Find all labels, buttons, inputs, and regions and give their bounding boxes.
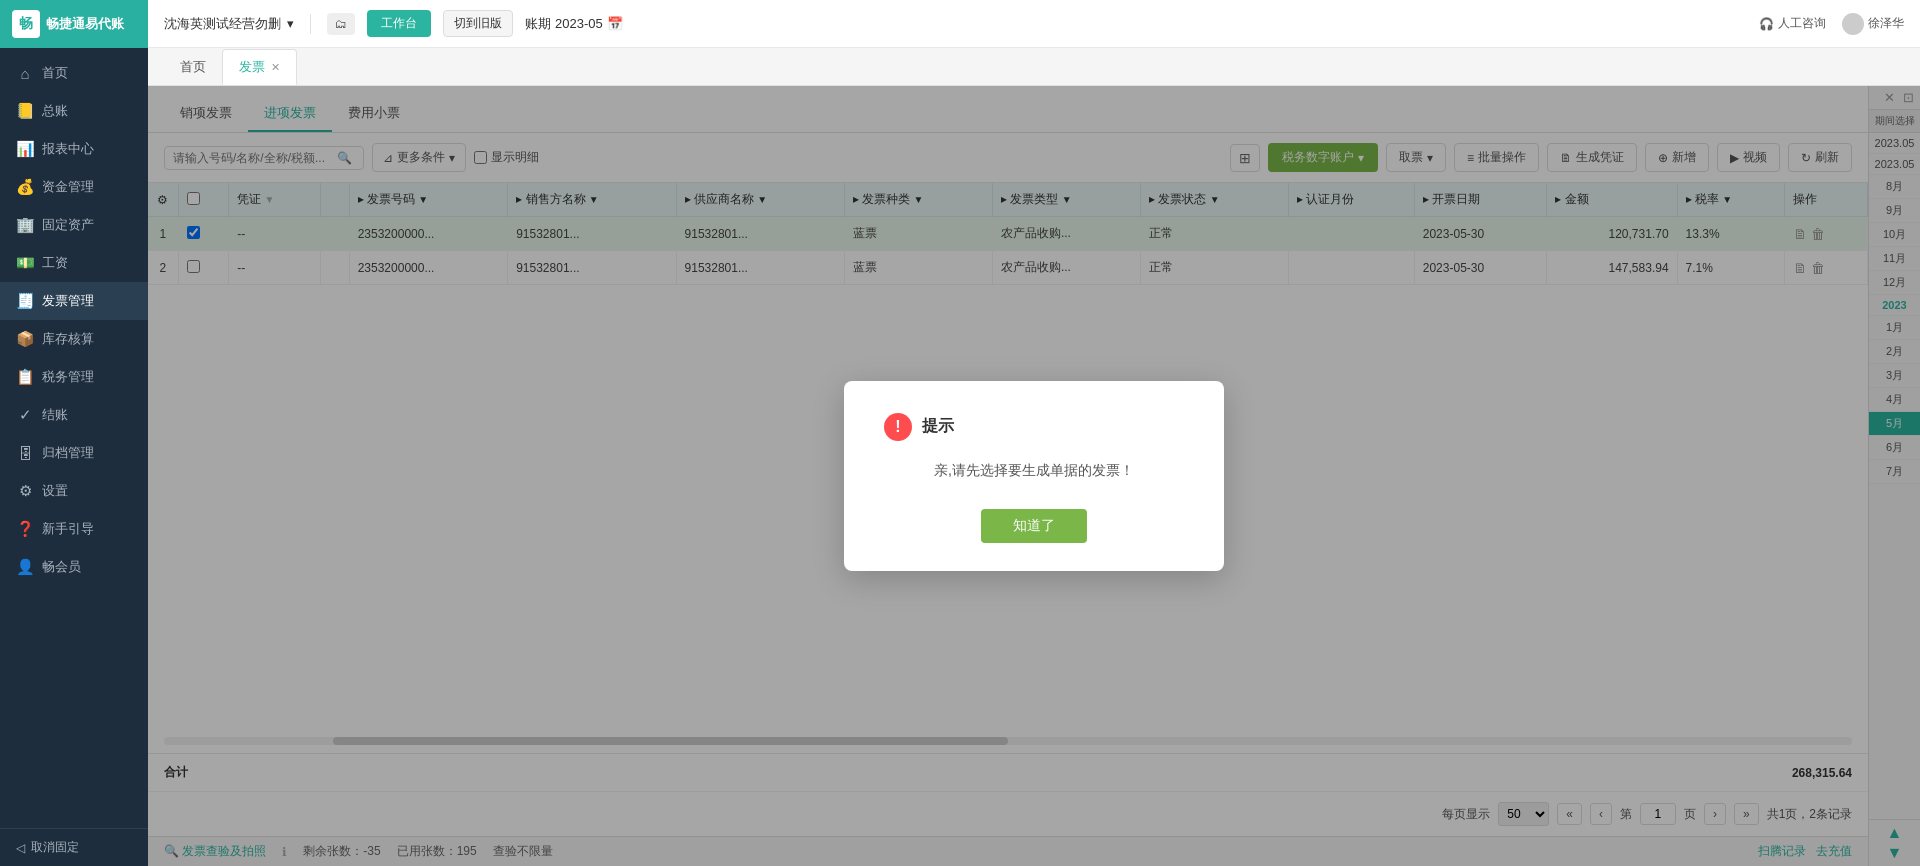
company-name: 沈海英测试经营勿删	[164, 15, 281, 33]
sidebar-item-funds[interactable]: 💰 资金管理	[0, 168, 148, 206]
sidebar-item-inventory[interactable]: 📦 库存核算	[0, 320, 148, 358]
app-title: 畅捷通易代账	[46, 15, 124, 33]
dialog: ! 提示 亲,请先选择要生成单据的发票！ 知道了	[844, 381, 1224, 571]
pin-icon: ◁	[16, 841, 25, 855]
dialog-confirm-button[interactable]: 知道了	[981, 509, 1087, 543]
sidebar-label-salary: 工资	[42, 254, 68, 272]
inventory-icon: 📦	[16, 330, 34, 348]
logo-icon: 畅	[12, 10, 40, 38]
sidebar-item-ledger[interactable]: 📒 总账	[0, 92, 148, 130]
support-btn[interactable]: 🎧 人工咨询	[1759, 15, 1826, 32]
tab-home-label: 首页	[180, 58, 206, 76]
invoice-icon: 🧾	[16, 292, 34, 310]
workspace-button[interactable]: 工作台	[367, 10, 431, 37]
settings-icon: ⚙	[16, 482, 34, 500]
sidebar-label-assets: 固定资产	[42, 216, 94, 234]
sidebar-item-reports[interactable]: 📊 报表中心	[0, 130, 148, 168]
warning-icon: !	[884, 413, 912, 441]
salary-icon: 💵	[16, 254, 34, 272]
reports-icon: 📊	[16, 140, 34, 158]
sidebar-label-settings: 设置	[42, 482, 68, 500]
sidebar-item-archive[interactable]: 🗄 归档管理	[0, 434, 148, 472]
archive-button[interactable]: 🗂	[327, 13, 355, 35]
tax-icon: 📋	[16, 368, 34, 386]
main-area: 沈海英测试经营勿删 ▾ 🗂 工作台 切到旧版 账期 2023-05 📅 🎧 人工…	[148, 0, 1920, 866]
sidebar-item-guide[interactable]: ❓ 新手引导	[0, 510, 148, 548]
dialog-message: 亲,请先选择要生成单据的发票！	[884, 459, 1184, 481]
sidebar-item-tax[interactable]: 📋 税务管理	[0, 358, 148, 396]
funds-icon: 💰	[16, 178, 34, 196]
period-value: 2023-05	[555, 16, 603, 31]
period-display: 账期 2023-05 📅	[525, 15, 623, 33]
user-avatar	[1842, 13, 1864, 35]
sidebar-label-funds: 资金管理	[42, 178, 94, 196]
ledger-icon: 📒	[16, 102, 34, 120]
company-selector[interactable]: 沈海英测试经营勿删 ▾	[164, 15, 294, 33]
sidebar-unpin[interactable]: ◁ 取消固定	[0, 828, 148, 866]
sidebar-item-settings[interactable]: ⚙ 设置	[0, 472, 148, 510]
sidebar-item-member[interactable]: 👤 畅会员	[0, 548, 148, 586]
support-icon: 🎧	[1759, 17, 1774, 31]
modal-overlay: ! 提示 亲,请先选择要生成单据的发票！ 知道了	[148, 86, 1920, 866]
content-area: 销项发票 进项发票 费用小票 🔍 ⊿ 更多条件 ▾	[148, 86, 1920, 866]
user-menu[interactable]: 徐泽华	[1842, 13, 1904, 35]
tabbar: 首页 发票 ✕	[148, 48, 1920, 86]
calendar-icon[interactable]: 📅	[607, 16, 623, 31]
sidebar-label-ledger: 总账	[42, 102, 68, 120]
sidebar-label-inventory: 库存核算	[42, 330, 94, 348]
sidebar-label-guide: 新手引导	[42, 520, 94, 538]
sidebar-item-salary[interactable]: 💵 工资	[0, 244, 148, 282]
closing-icon: ✓	[16, 406, 34, 424]
period-label: 账期	[525, 15, 551, 33]
company-dropdown-icon: ▾	[287, 16, 294, 31]
dialog-title-row: ! 提示	[884, 413, 1184, 441]
sidebar-label-reports: 报表中心	[42, 140, 94, 158]
tab-home[interactable]: 首页	[164, 50, 222, 84]
assets-icon: 🏢	[16, 216, 34, 234]
sidebar-label-member: 畅会员	[42, 558, 81, 576]
header: 沈海英测试经营勿删 ▾ 🗂 工作台 切到旧版 账期 2023-05 📅 🎧 人工…	[148, 0, 1920, 48]
sidebar-label-archive: 归档管理	[42, 444, 94, 462]
sidebar-item-closing[interactable]: ✓ 结账	[0, 396, 148, 434]
home-icon: ⌂	[16, 65, 34, 82]
sidebar-nav: ⌂ 首页 📒 总账 📊 报表中心 💰 资金管理 🏢 固定资产 💵 工资 🧾 发票管理 📦 库存核算 📋 税务管理 ✓…	[0, 48, 148, 828]
tab-close-icon[interactable]: ✕	[271, 61, 280, 74]
tab-invoice-label: 发票	[239, 58, 265, 76]
archive-icon: 🗄	[16, 445, 34, 462]
header-right: 🎧 人工咨询 徐泽华	[1759, 13, 1904, 35]
sidebar-label-home: 首页	[42, 64, 68, 82]
sidebar-item-home[interactable]: ⌂ 首页	[0, 54, 148, 92]
guide-icon: ❓	[16, 520, 34, 538]
dialog-footer: 知道了	[884, 509, 1184, 543]
app-logo: 畅 畅捷通易代账	[0, 0, 148, 48]
sidebar-label-tax: 税务管理	[42, 368, 94, 386]
sidebar: 畅 畅捷通易代账 ⌂ 首页 📒 总账 📊 报表中心 💰 资金管理 🏢 固定资产 💵 工资 🧾 发票管理 📦 库…	[0, 0, 148, 866]
sidebar-label-invoice: 发票管理	[42, 292, 94, 310]
sidebar-item-invoice[interactable]: 🧾 发票管理	[0, 282, 148, 320]
member-icon: 👤	[16, 558, 34, 576]
sidebar-label-closing: 结账	[42, 406, 68, 424]
tab-invoice[interactable]: 发票 ✕	[222, 49, 297, 85]
sidebar-item-assets[interactable]: 🏢 固定资产	[0, 206, 148, 244]
header-divider	[310, 14, 311, 34]
switch-version-button[interactable]: 切到旧版	[443, 10, 513, 37]
dialog-title: 提示	[922, 416, 954, 437]
